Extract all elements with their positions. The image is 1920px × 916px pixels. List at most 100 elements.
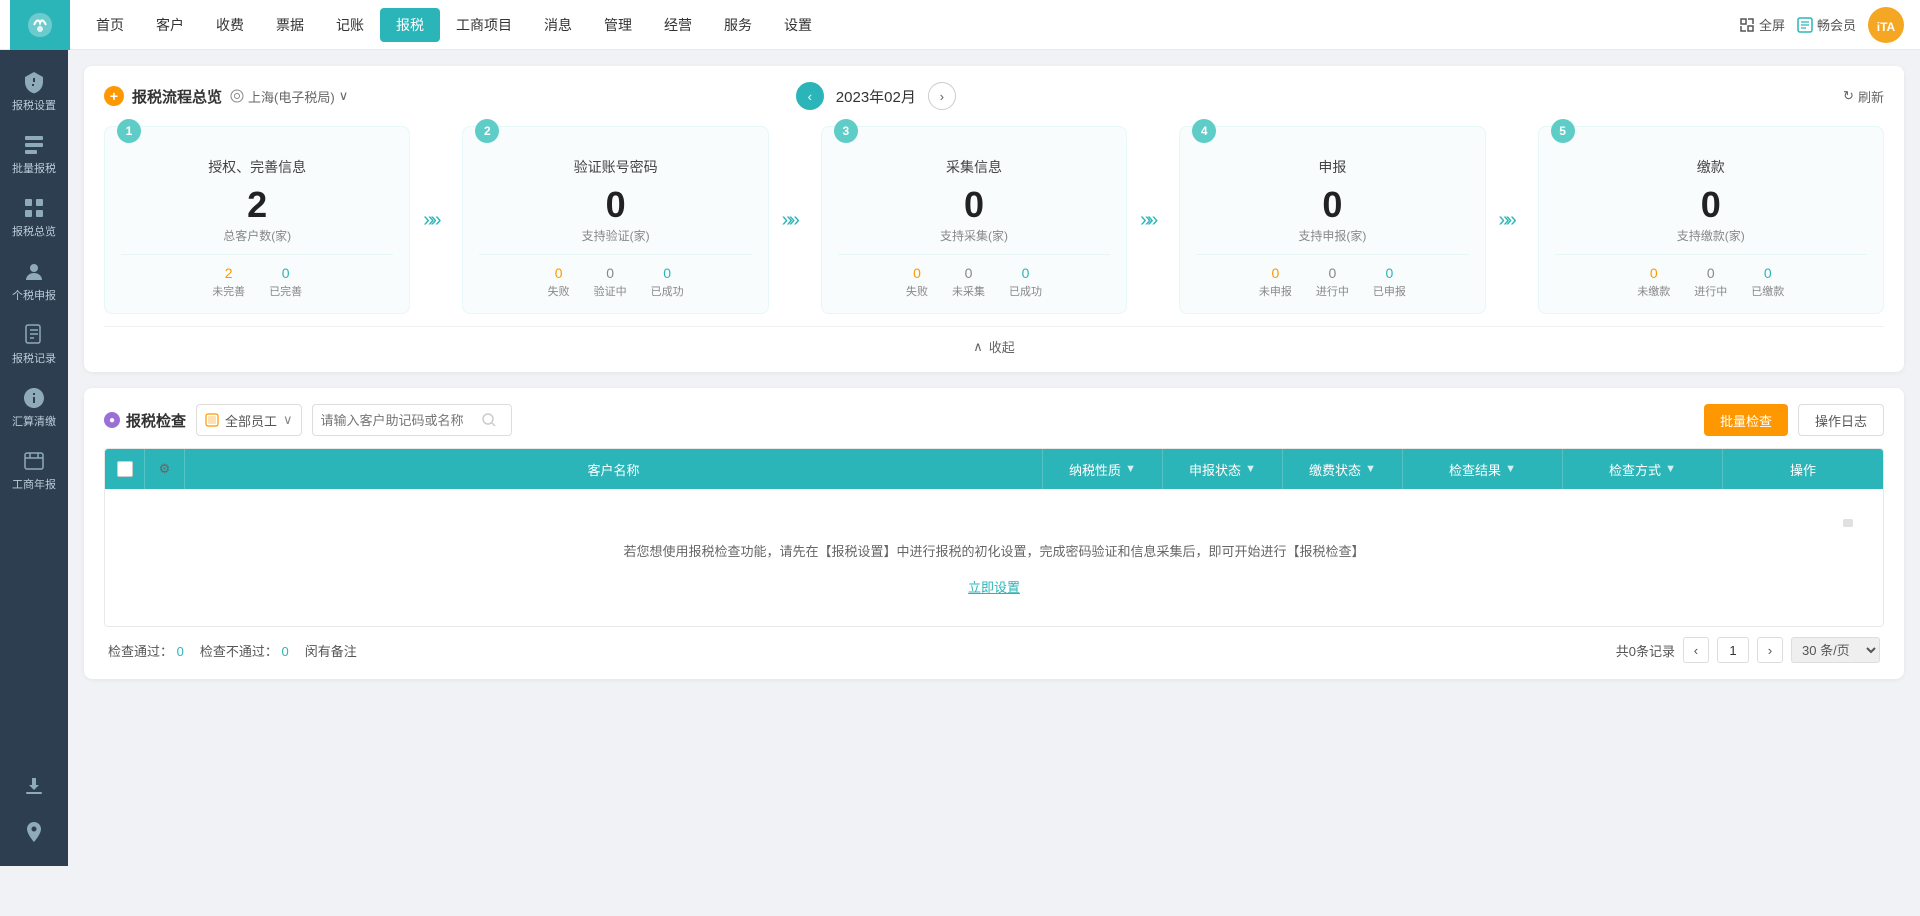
sidebar: 报税设置 批量报税 报税总览 个税申报 报税记录 汇算清缴 工商年报 xyxy=(0,50,68,866)
nav-settings[interactable]: 设置 xyxy=(768,0,828,50)
arrow-2: »» xyxy=(769,209,809,232)
step-bignum-4: 0 xyxy=(1196,187,1468,223)
search-input[interactable] xyxy=(321,413,481,428)
step-num-4: 4 xyxy=(1192,119,1216,143)
nav-message[interactable]: 消息 xyxy=(528,0,588,50)
collapse-btn[interactable]: ∧ 收起 xyxy=(104,326,1884,356)
batch-tax-icon xyxy=(20,131,48,159)
logo[interactable] xyxy=(10,0,70,50)
arrow-1: »» xyxy=(410,209,450,232)
tax-check-header: ● 报税检查 全部员工 ∨ 批量检查 操作日志 xyxy=(104,404,1884,436)
step-label-1: 总客户数(家) xyxy=(121,227,393,244)
collapse-up-icon: ∧ xyxy=(973,339,983,355)
setup-link[interactable]: 立即设置 xyxy=(968,577,1020,596)
step-num-3: 3 xyxy=(834,119,858,143)
process-step-4: 4 申报 0 支持申报(家) 0 未申报 0 进行中 xyxy=(1179,126,1485,314)
svg-text:iTA: iTA xyxy=(1877,20,1896,34)
purple-icon: ● xyxy=(104,412,120,428)
filter-tax-nature-icon[interactable]: ▼ xyxy=(1125,463,1136,475)
table-footer: 检查通过： 0 检查不通过： 0 闵有备注 共0条记录 ‹ 1 › 30 条/页… xyxy=(104,637,1884,663)
sidebar-item-personal-tax[interactable]: 个税申报 xyxy=(0,248,68,311)
fail-label: 检查不通过： 0 xyxy=(200,641,289,660)
fail-count[interactable]: 0 xyxy=(282,644,289,659)
th-tax-nature: 纳税性质 ▼ xyxy=(1043,449,1163,489)
nav-home[interactable]: 首页 xyxy=(80,0,140,50)
table-header: ⚙ 客户名称 纳税性质 ▼ 申报状态 ▼ 缴费状态 ▼ 检查 xyxy=(105,449,1883,489)
sidebar-item-tax-record[interactable]: 报税记录 xyxy=(0,311,68,374)
month-display: 2023年02月 xyxy=(836,86,916,107)
filter-pay-icon[interactable]: ▼ xyxy=(1365,463,1376,475)
nav-service[interactable]: 服务 xyxy=(708,0,768,50)
sub-item-1-0: 2 未完善 xyxy=(212,265,245,299)
employee-icon xyxy=(205,413,219,427)
next-page-btn[interactable]: › xyxy=(1757,637,1783,663)
nav-accounting[interactable]: 记账 xyxy=(320,0,380,50)
tax-record-icon xyxy=(20,321,48,349)
th-check-result: 检查结果 ▼ xyxy=(1403,449,1563,489)
filter-declare-icon[interactable]: ▼ xyxy=(1245,463,1256,475)
fullscreen-btn[interactable]: 全屏 xyxy=(1739,15,1785,34)
tax-check-card: ● 报税检查 全部员工 ∨ 批量检查 操作日志 ⚙ xyxy=(84,388,1904,679)
sidebar-item-business-report[interactable]: 工商年报 xyxy=(0,437,68,500)
member-label: 畅会员 xyxy=(1817,15,1856,34)
prev-page-btn[interactable]: ‹ xyxy=(1683,637,1709,663)
footer-left: 检查通过： 0 检查不通过： 0 闵有备注 xyxy=(108,641,357,660)
nav-operation[interactable]: 经营 xyxy=(648,0,708,50)
sidebar-item-location[interactable] xyxy=(0,808,68,854)
total-count: 共0条记录 xyxy=(1616,641,1675,660)
month-next-btn[interactable]: › xyxy=(928,82,956,110)
batch-check-button[interactable]: 批量检查 xyxy=(1704,404,1788,436)
nav-business[interactable]: 工商项目 xyxy=(440,0,528,50)
location-icon xyxy=(20,818,48,846)
filter-result-icon[interactable]: ▼ xyxy=(1505,463,1516,475)
step-sub-1: 2 未完善 0 已完善 xyxy=(121,254,393,299)
main-content: + 报税流程总览 上海(电子税局) ∨ ‹ 2023年02月 › ↻ 刷新 1 xyxy=(68,50,1920,866)
location-label: 上海(电子税局) ∨ xyxy=(230,87,348,106)
top-nav: 首页 客户 收费 票据 记账 报税 工商项目 消息 管理 经营 服务 设置 全屏… xyxy=(0,0,1920,50)
fullscreen-label: 全屏 xyxy=(1759,15,1785,34)
process-steps-grid: 1 授权、完善信息 2 总客户数(家) 2 未完善 0 已完善 xyxy=(104,126,1884,314)
gear-icon[interactable]: ⚙ xyxy=(155,459,175,479)
refresh-label: 刷新 xyxy=(1858,87,1884,106)
nav-tax[interactable]: 报税 xyxy=(380,8,440,42)
filter-method-icon[interactable]: ▼ xyxy=(1665,463,1676,475)
tax-check-title-text: 报税检查 xyxy=(126,410,186,431)
refresh-btn[interactable]: ↻ 刷新 xyxy=(1843,87,1884,106)
sidebar-item-tax-settings[interactable]: 报税设置 xyxy=(0,58,68,121)
nav-invoice[interactable]: 票据 xyxy=(260,0,320,50)
op-log-button[interactable]: 操作日志 xyxy=(1798,404,1884,436)
user-avatar[interactable]: iTA xyxy=(1868,7,1904,43)
refresh-icon: ↻ xyxy=(1843,88,1854,104)
sidebar-item-tax-settlement[interactable]: 汇算清缴 xyxy=(0,374,68,437)
search-icon[interactable] xyxy=(481,412,497,428)
sidebar-item-download[interactable] xyxy=(0,762,68,808)
sidebar-bottom xyxy=(0,762,68,866)
location-small-icon xyxy=(230,89,244,103)
step-label-2: 支持验证(家) xyxy=(479,227,751,244)
th-declare-status: 申报状态 ▼ xyxy=(1163,449,1283,489)
month-prev-btn[interactable]: ‹ xyxy=(796,82,824,110)
sidebar-label-business-report: 工商年报 xyxy=(12,479,56,492)
process-step-3: 3 采集信息 0 支持采集(家) 0 失败 0 未采集 xyxy=(821,126,1127,314)
header-checkbox[interactable] xyxy=(117,461,133,477)
tax-check-table: ⚙ 客户名称 纳税性质 ▼ 申报状态 ▼ 缴费状态 ▼ 检查 xyxy=(104,448,1884,627)
note-label: 闵有备注 xyxy=(305,641,357,660)
search-box xyxy=(312,404,512,436)
step-sub-3: 0 失败 0 未采集 0 已成功 xyxy=(838,254,1110,299)
member-btn[interactable]: 畅会员 xyxy=(1797,15,1856,34)
tax-overview-icon xyxy=(20,194,48,222)
sidebar-item-batch-tax[interactable]: 批量报税 xyxy=(0,121,68,184)
nav-manage[interactable]: 管理 xyxy=(588,0,648,50)
collapse-label: 收起 xyxy=(989,337,1015,356)
sidebar-item-tax-overview[interactable]: 报税总览 xyxy=(0,184,68,247)
month-navigation: ‹ 2023年02月 › xyxy=(796,82,956,110)
sidebar-label-tax-settings: 报税设置 xyxy=(12,100,56,113)
employee-select[interactable]: 全部员工 ∨ xyxy=(196,404,302,436)
pass-count[interactable]: 0 xyxy=(177,644,184,659)
per-page-select[interactable]: 30 条/页50 条/页100 条/页 xyxy=(1791,637,1880,663)
arrow-3: »» xyxy=(1127,209,1167,232)
footer-right: 共0条记录 ‹ 1 › 30 条/页50 条/页100 条/页 xyxy=(1616,637,1880,663)
nav-client[interactable]: 客户 xyxy=(140,0,200,50)
step-label-5: 支持缴款(家) xyxy=(1555,227,1867,244)
nav-fee[interactable]: 收费 xyxy=(200,0,260,50)
